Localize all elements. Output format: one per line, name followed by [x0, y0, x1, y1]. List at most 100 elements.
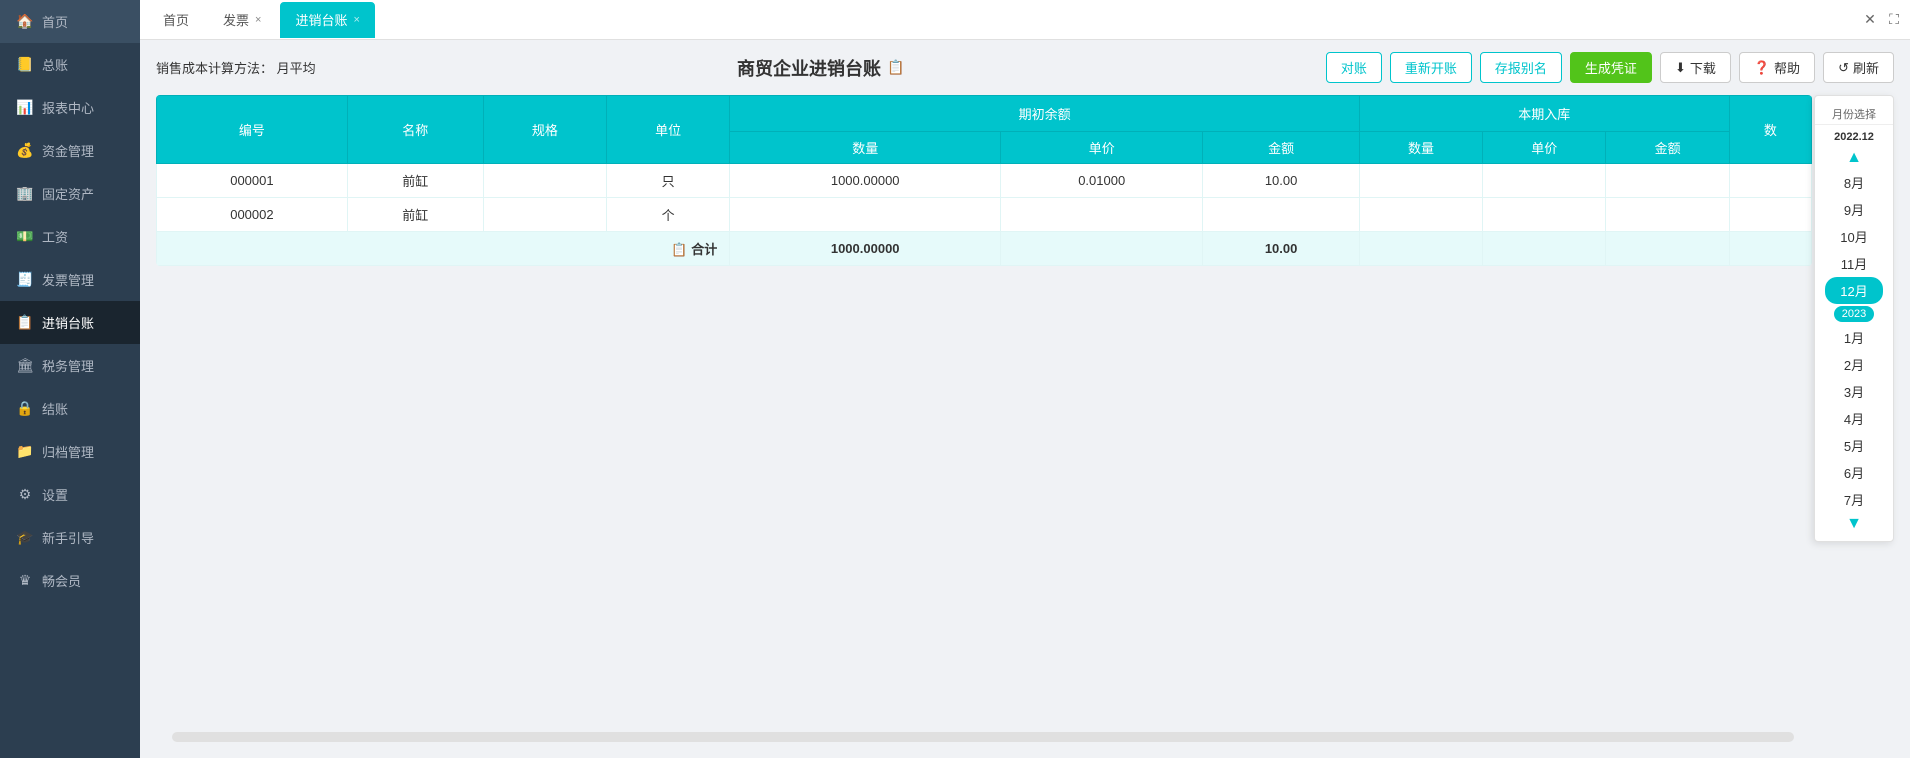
- month-item-2[interactable]: 2月: [1815, 351, 1893, 378]
- generate-voucher-button[interactable]: 生成凭证: [1570, 52, 1652, 83]
- cell-opening-qty: [730, 198, 1001, 232]
- guide-icon: 🎓: [16, 529, 34, 546]
- ledger-icon: 📒: [16, 56, 34, 73]
- cell-opening-qty: 1000.00000: [730, 164, 1001, 198]
- cell-opening-amount: [1203, 198, 1360, 232]
- vip-icon: ♛: [16, 572, 34, 589]
- month-panel-title: 月份选择: [1815, 102, 1893, 125]
- window-controls: ✕ ⛶: [1862, 12, 1902, 28]
- refresh-button[interactable]: ↺ 刷新: [1823, 52, 1894, 83]
- cell-unit: 个: [607, 198, 730, 232]
- page-title: 商贸企业进销台账 📋: [737, 55, 904, 81]
- sidebar-item-closing[interactable]: 🔒 结账: [0, 387, 140, 430]
- col-header-spec: 规格: [483, 96, 606, 164]
- sidebar-item-reports[interactable]: 📊 报表中心: [0, 86, 140, 129]
- save-alias-button[interactable]: 存报别名: [1480, 52, 1562, 83]
- month-item-10[interactable]: 10月: [1815, 223, 1893, 250]
- funds-icon: 💰: [16, 142, 34, 159]
- tab-invoice-label: 发票: [223, 10, 249, 29]
- assets-icon: 🏢: [16, 185, 34, 202]
- month-panel-year2022: 2022.12: [1815, 129, 1893, 147]
- total-extra: [1729, 232, 1811, 266]
- col-header-opening-amount: 金额: [1203, 132, 1360, 164]
- month-item-5[interactable]: 5月: [1815, 432, 1893, 459]
- tab-invoice[interactable]: 发票 ×: [208, 2, 276, 38]
- col-header-in-amount: 金额: [1606, 132, 1729, 164]
- help-button[interactable]: ❓ 帮助: [1739, 52, 1815, 83]
- tab-stock-ledger[interactable]: 进销台账 ×: [280, 2, 374, 38]
- cell-name: 前缸: [347, 198, 483, 232]
- cell-opening-amount: 10.00: [1203, 164, 1360, 198]
- month-item-9[interactable]: 9月: [1815, 196, 1893, 223]
- sidebar-item-home[interactable]: 🏠 首页: [0, 0, 140, 43]
- tab-invoice-close[interactable]: ×: [255, 14, 261, 26]
- month-nav-down[interactable]: ▼: [1815, 513, 1893, 535]
- invoice-mgmt-icon: 🧾: [16, 271, 34, 288]
- total-opening-price: [1001, 232, 1203, 266]
- sidebar-item-archive[interactable]: 📁 归档管理: [0, 430, 140, 473]
- download-button[interactable]: ⬇ 下载: [1660, 52, 1731, 83]
- month-item-12[interactable]: 12月: [1825, 277, 1883, 304]
- total-in-qty: [1359, 232, 1482, 266]
- download-icon: ⬇: [1675, 60, 1686, 76]
- month-item-7[interactable]: 7月: [1815, 486, 1893, 513]
- cell-opening-price: [1001, 198, 1203, 232]
- reports-icon: 📊: [16, 99, 34, 116]
- col-header-name: 名称: [347, 96, 483, 164]
- sidebar-item-settings[interactable]: ⚙ 设置: [0, 473, 140, 516]
- month-item-3[interactable]: 3月: [1815, 378, 1893, 405]
- tab-stock-ledger-close[interactable]: ×: [353, 14, 359, 26]
- horizontal-scrollbar[interactable]: [172, 732, 1794, 742]
- sidebar-item-guide[interactable]: 🎓 新手引导: [0, 516, 140, 559]
- cell-code: 000002: [157, 198, 348, 232]
- sidebar-item-stock-ledger[interactable]: 📋 进销台账: [0, 301, 140, 344]
- archive-icon: 📁: [16, 443, 34, 460]
- page-header: 销售成本计算方法： 月平均 商贸企业进销台账 📋 对账 重新开账 存报别名 生成…: [156, 52, 1894, 83]
- cell-in-amount: [1606, 164, 1729, 198]
- stock-ledger-icon: 📋: [16, 314, 34, 331]
- col-header-in-qty: 数量: [1359, 132, 1482, 164]
- cell-in-amount: [1606, 198, 1729, 232]
- home-icon: 🏠: [16, 13, 34, 30]
- month-item-11[interactable]: 11月: [1815, 250, 1893, 277]
- sidebar-item-invoice-mgmt[interactable]: 🧾 发票管理: [0, 258, 140, 301]
- cell-spec: [483, 198, 606, 232]
- month-item-4[interactable]: 4月: [1815, 405, 1893, 432]
- month-item-1[interactable]: 1月: [1815, 324, 1893, 351]
- window-maximize-button[interactable]: ⛶: [1886, 12, 1902, 28]
- reconcile-button[interactable]: 对账: [1326, 52, 1382, 83]
- sidebar-item-vip[interactable]: ♛ 畅会员: [0, 559, 140, 602]
- sidebar-item-assets[interactable]: 🏢 固定资产: [0, 172, 140, 215]
- page-title-icon[interactable]: 📋: [887, 59, 904, 76]
- month-selector-panel: 月份选择 2022.12 ▲ 8月 9月 10月 11月 12月 2023 1月…: [1814, 95, 1894, 542]
- month-item-6[interactable]: 6月: [1815, 459, 1893, 486]
- sidebar-item-tax[interactable]: 🏛 税务管理: [0, 344, 140, 387]
- col-header-unit: 单位: [607, 96, 730, 164]
- cell-unit: 只: [607, 164, 730, 198]
- window-close-button[interactable]: ✕: [1862, 12, 1878, 28]
- col-header-code: 编号: [157, 96, 348, 164]
- toolbar: 对账 重新开账 存报别名 生成凭证 ⬇ 下载 ❓ 帮助: [1326, 52, 1894, 83]
- stock-table: 编号 名称 规格 单位 期初余额 本期入库 数 数量 单价 金额 数: [156, 95, 1812, 266]
- month-nav-up[interactable]: ▲: [1815, 147, 1893, 169]
- sidebar-item-funds[interactable]: 💰 资金管理: [0, 129, 140, 172]
- cell-in-price: [1483, 198, 1606, 232]
- closing-icon: 🔒: [16, 400, 34, 417]
- tab-stock-ledger-label: 进销台账: [295, 10, 347, 29]
- cell-extra: [1729, 164, 1811, 198]
- sidebar-item-salary[interactable]: 💵 工资: [0, 215, 140, 258]
- sidebar-item-ledger[interactable]: 📒 总账: [0, 43, 140, 86]
- table-total-row: 📋合计 1000.00000 10.00: [157, 232, 1812, 266]
- col-header-in-price: 单价: [1483, 132, 1606, 164]
- cost-method: 销售成本计算方法： 月平均: [156, 58, 316, 77]
- cell-code: 000001: [157, 164, 348, 198]
- month-item-8[interactable]: 8月: [1815, 169, 1893, 196]
- cell-extra: [1729, 198, 1811, 232]
- col-header-opening-price: 单价: [1001, 132, 1203, 164]
- tab-home[interactable]: 首页: [148, 2, 204, 38]
- cost-method-label: 销售成本计算方法：: [156, 61, 273, 76]
- col-header-opening-qty: 数量: [730, 132, 1001, 164]
- table-row: 000002 前缸 个: [157, 198, 1812, 232]
- reopen-button[interactable]: 重新开账: [1390, 52, 1472, 83]
- col-header-inbound: 本期入库: [1359, 96, 1729, 132]
